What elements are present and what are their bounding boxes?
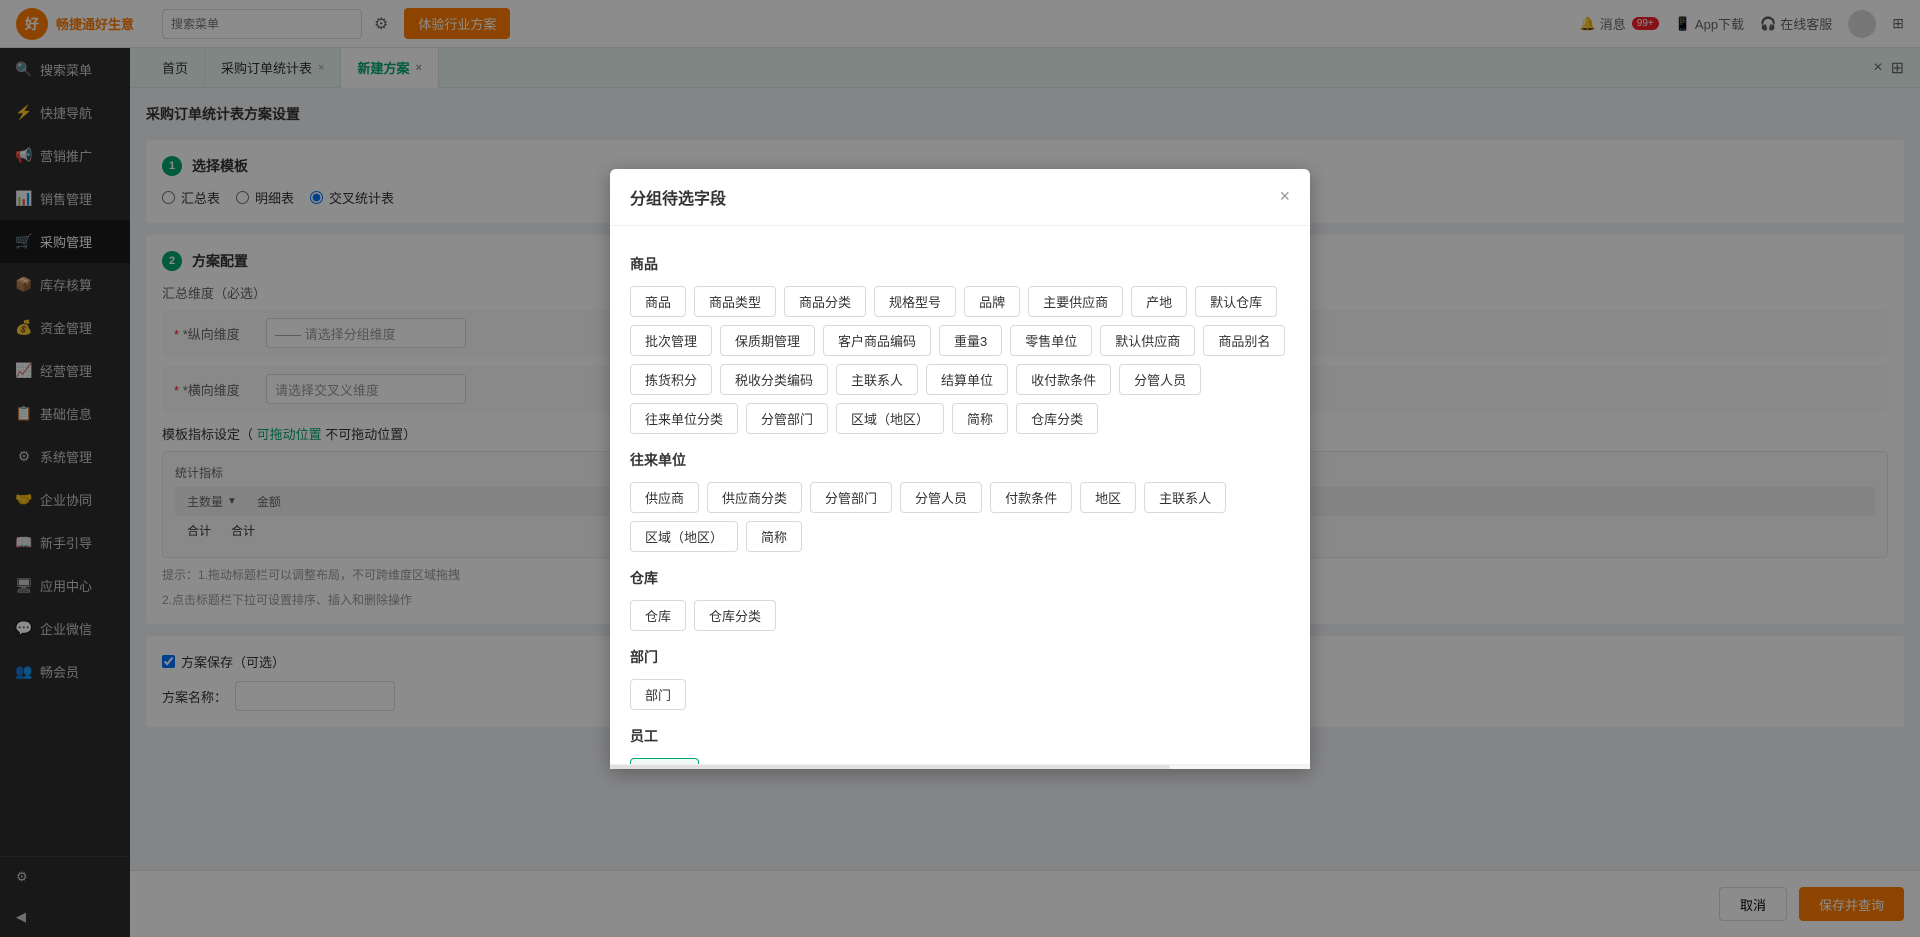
field-tag[interactable]: 结算单位 — [926, 364, 1008, 395]
field-tag[interactable]: 收付款条件 — [1016, 364, 1111, 395]
field-tag[interactable]: 主联系人 — [1144, 482, 1226, 513]
field-grid-product: 商品 商品类型 商品分类 规格型号 品牌 主要供应商 产地 默认仓库 批次管理 … — [630, 286, 1290, 434]
field-tag[interactable]: 默认仓库 — [1195, 286, 1277, 317]
field-tag[interactable]: 拣货积分 — [630, 364, 712, 395]
field-tag[interactable]: 商品分类 — [784, 286, 866, 317]
field-tag[interactable]: 分管人员 — [1119, 364, 1201, 395]
field-grid-partner: 供应商 供应商分类 分管部门 分管人员 付款条件 地区 主联系人 区域（地区） … — [630, 482, 1290, 552]
field-tag[interactable]: 仓库分类 — [1016, 403, 1098, 434]
field-tag[interactable]: 重量3 — [939, 325, 1002, 356]
field-tag[interactable]: 规格型号 — [874, 286, 956, 317]
modal-body: 商品 商品 商品类型 商品分类 规格型号 品牌 主要供应商 产地 默认仓库 批次… — [610, 226, 1310, 764]
modal-scroll-thumb — [610, 765, 1170, 769]
field-tag[interactable]: 主联系人 — [836, 364, 918, 395]
field-tag[interactable]: 商品 — [630, 286, 686, 317]
field-tag[interactable]: 分管部门 — [810, 482, 892, 513]
section-heading-employee: 员工 — [630, 726, 1290, 746]
section-heading-warehouse: 仓库 — [630, 568, 1290, 588]
field-tag[interactable]: 地区 — [1080, 482, 1136, 513]
field-grid-dept: 部门 — [630, 679, 1290, 710]
section-heading-partner: 往来单位 — [630, 450, 1290, 470]
field-tag[interactable]: 仓库分类 — [694, 600, 776, 631]
field-grid-warehouse: 仓库 仓库分类 — [630, 600, 1290, 631]
field-tag[interactable]: 批次管理 — [630, 325, 712, 356]
field-tag[interactable]: 简称 — [746, 521, 802, 552]
field-tag[interactable]: 税收分类编码 — [720, 364, 828, 395]
modal-overlay[interactable]: 分组待选字段 × 商品 商品 商品类型 商品分类 规格型号 品牌 主要供应商 产… — [0, 0, 1920, 937]
section-heading-product: 商品 — [630, 254, 1290, 274]
field-tag[interactable]: 供应商分类 — [707, 482, 802, 513]
field-tag[interactable]: 区域（地区） — [630, 521, 738, 552]
field-tag[interactable]: 保质期管理 — [720, 325, 815, 356]
modal-scroll-track — [610, 764, 1310, 769]
field-tag[interactable]: 区域（地区） — [836, 403, 944, 434]
field-tag[interactable]: 往来单位分类 — [630, 403, 738, 434]
field-tag[interactable]: 仓库 — [630, 600, 686, 631]
modal-header: 分组待选字段 × — [610, 169, 1310, 226]
modal-close-button[interactable]: × — [1279, 186, 1290, 207]
modal-dialog: 分组待选字段 × 商品 商品 商品类型 商品分类 规格型号 品牌 主要供应商 产… — [610, 169, 1310, 769]
modal-title: 分组待选字段 — [630, 185, 726, 209]
field-tag[interactable]: 零售单位 — [1010, 325, 1092, 356]
section-heading-dept: 部门 — [630, 647, 1290, 667]
field-tag[interactable]: 简称 — [952, 403, 1008, 434]
field-tag[interactable]: 产地 — [1131, 286, 1187, 317]
field-tag[interactable]: 分管人员 — [900, 482, 982, 513]
field-tag[interactable]: 商品别名 — [1203, 325, 1285, 356]
field-tag[interactable]: 供应商 — [630, 482, 699, 513]
field-tag[interactable]: 商品类型 — [694, 286, 776, 317]
field-tag[interactable]: 分管部门 — [746, 403, 828, 434]
field-tag[interactable]: 主要供应商 — [1028, 286, 1123, 317]
field-tag[interactable]: 客户商品编码 — [823, 325, 931, 356]
field-tag[interactable]: 付款条件 — [990, 482, 1072, 513]
field-tag[interactable]: 部门 — [630, 679, 686, 710]
field-tag[interactable]: 品牌 — [964, 286, 1020, 317]
field-tag[interactable]: 默认供应商 — [1100, 325, 1195, 356]
